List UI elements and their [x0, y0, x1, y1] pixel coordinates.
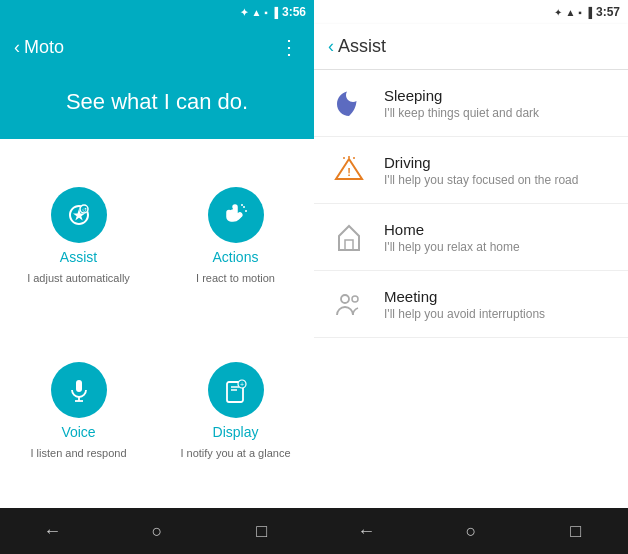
svg-text:↺: ↺ — [81, 207, 86, 213]
svg-text:!: ! — [347, 166, 351, 178]
display-label: Display — [213, 424, 259, 440]
assist-item-meeting[interactable]: Meeting I'll help you avoid interruption… — [314, 271, 628, 338]
nav-bar-right: ← ○ □ — [314, 508, 628, 554]
battery-icon: ▐ — [271, 7, 278, 18]
status-bar-right: ✦ ▲ ▪ ▐ 3:57 — [314, 0, 628, 24]
feature-voice[interactable]: Voice I listen and respond — [0, 323, 157, 498]
assist-item-sleeping[interactable]: Sleeping I'll keep things quiet and dark — [314, 70, 628, 137]
sd-icon-right: ▪ — [578, 7, 582, 18]
actions-desc: I react to motion — [196, 271, 275, 285]
meeting-label: Meeting — [384, 288, 545, 305]
recents-button-left[interactable]: □ — [242, 511, 282, 551]
actions-svg-icon — [222, 201, 250, 229]
sleeping-label: Sleeping — [384, 87, 539, 104]
meeting-desc: I'll help you avoid interruptions — [384, 307, 545, 321]
assist-svg-icon: ↺ — [65, 201, 93, 229]
assist-item-driving[interactable]: ! Driving I'll help you stay focused on … — [314, 137, 628, 204]
voice-label: Voice — [61, 424, 95, 440]
driving-label: Driving — [384, 154, 578, 171]
home-label: Home — [384, 221, 520, 238]
sleeping-text: Sleeping I'll keep things quiet and dark — [384, 87, 539, 120]
back-button-left[interactable]: ← — [32, 511, 72, 551]
signal-icon-right: ✦ — [554, 7, 562, 18]
section-title-right: ‹ Assist — [328, 36, 386, 57]
sleeping-desc: I'll keep things quiet and dark — [384, 106, 539, 120]
driving-svg: ! — [334, 155, 364, 185]
left-screen: ✦ ▲ ▪ ▐ 3:56 ‹ Moto ⋮ See what I can do.… — [0, 0, 314, 554]
status-icons-right: ✦ ▲ ▪ ▐ — [554, 7, 592, 18]
meeting-icon — [330, 285, 368, 323]
home-button-left[interactable]: ○ — [137, 511, 177, 551]
meeting-svg — [334, 289, 364, 319]
voice-desc: I listen and respond — [30, 446, 126, 460]
top-bar-right: ‹ Assist — [314, 24, 628, 70]
feature-actions[interactable]: Actions I react to motion — [157, 149, 314, 324]
svg-point-4 — [241, 204, 243, 206]
recents-button-right[interactable]: □ — [556, 511, 596, 551]
sleeping-icon — [330, 84, 368, 122]
hero-text: See what I can do. — [20, 88, 294, 117]
nav-bar-left: ← ○ □ — [0, 508, 314, 554]
sd-icon: ▪ — [264, 7, 268, 18]
home-text: Home I'll help you relax at home — [384, 221, 520, 254]
driving-icon: ! — [330, 151, 368, 189]
svg-rect-5 — [76, 380, 82, 392]
svg-rect-18 — [345, 240, 353, 250]
back-icon-right[interactable]: ‹ — [328, 36, 334, 57]
driving-text: Driving I'll help you stay focused on th… — [384, 154, 578, 187]
display-desc: I notify you at a glance — [180, 446, 290, 460]
back-button-right[interactable]: ← — [346, 511, 386, 551]
back-icon-left[interactable]: ‹ — [14, 37, 20, 58]
voice-svg-icon — [65, 376, 93, 404]
svg-point-2 — [243, 206, 245, 208]
app-name-left: Moto — [24, 37, 64, 58]
wifi-icon: ▲ — [251, 7, 261, 18]
home-icon — [330, 218, 368, 256]
time-left: 3:56 — [282, 5, 306, 19]
status-bar-left: ✦ ▲ ▪ ▐ 3:56 — [0, 0, 314, 24]
svg-point-19 — [341, 295, 349, 303]
status-icons-left: ✦ ▲ ▪ ▐ — [240, 7, 278, 18]
features-grid: ↺ Assist I adjust automatically Actions … — [0, 139, 314, 508]
meeting-text: Meeting I'll help you avoid interruption… — [384, 288, 545, 321]
battery-icon-right: ▐ — [585, 7, 592, 18]
top-bar-left: ‹ Moto ⋮ — [0, 24, 314, 70]
assist-icon-circle: ↺ — [51, 187, 107, 243]
hero-section: See what I can do. — [0, 70, 314, 139]
assist-item-home[interactable]: Home I'll help you relax at home — [314, 204, 628, 271]
display-icon-circle: + — [208, 362, 264, 418]
display-svg-icon: + — [222, 376, 250, 404]
time-right: 3:57 — [596, 5, 620, 19]
home-button-right[interactable]: ○ — [451, 511, 491, 551]
right-screen: ✦ ▲ ▪ ▐ 3:57 ‹ Assist Sleeping I'll keep… — [314, 0, 628, 554]
svg-text:+: + — [239, 381, 243, 388]
feature-display[interactable]: + Display I notify you at a glance — [157, 323, 314, 498]
svg-point-3 — [245, 210, 247, 212]
feature-assist[interactable]: ↺ Assist I adjust automatically — [0, 149, 157, 324]
home-desc: I'll help you relax at home — [384, 240, 520, 254]
wifi-icon-right: ▲ — [565, 7, 575, 18]
actions-label: Actions — [213, 249, 259, 265]
driving-desc: I'll help you stay focused on the road — [384, 173, 578, 187]
sleeping-svg — [334, 88, 364, 118]
assist-label: Assist — [60, 249, 97, 265]
assist-list: Sleeping I'll keep things quiet and dark… — [314, 70, 628, 508]
voice-icon-circle — [51, 362, 107, 418]
assist-desc: I adjust automatically — [27, 271, 130, 285]
section-name-right: Assist — [338, 36, 386, 57]
more-menu-icon[interactable]: ⋮ — [279, 35, 300, 59]
app-title-left: ‹ Moto — [14, 37, 64, 58]
actions-icon-circle — [208, 187, 264, 243]
svg-point-20 — [352, 296, 358, 302]
signal-icon: ✦ — [240, 7, 248, 18]
home-svg — [334, 222, 364, 252]
